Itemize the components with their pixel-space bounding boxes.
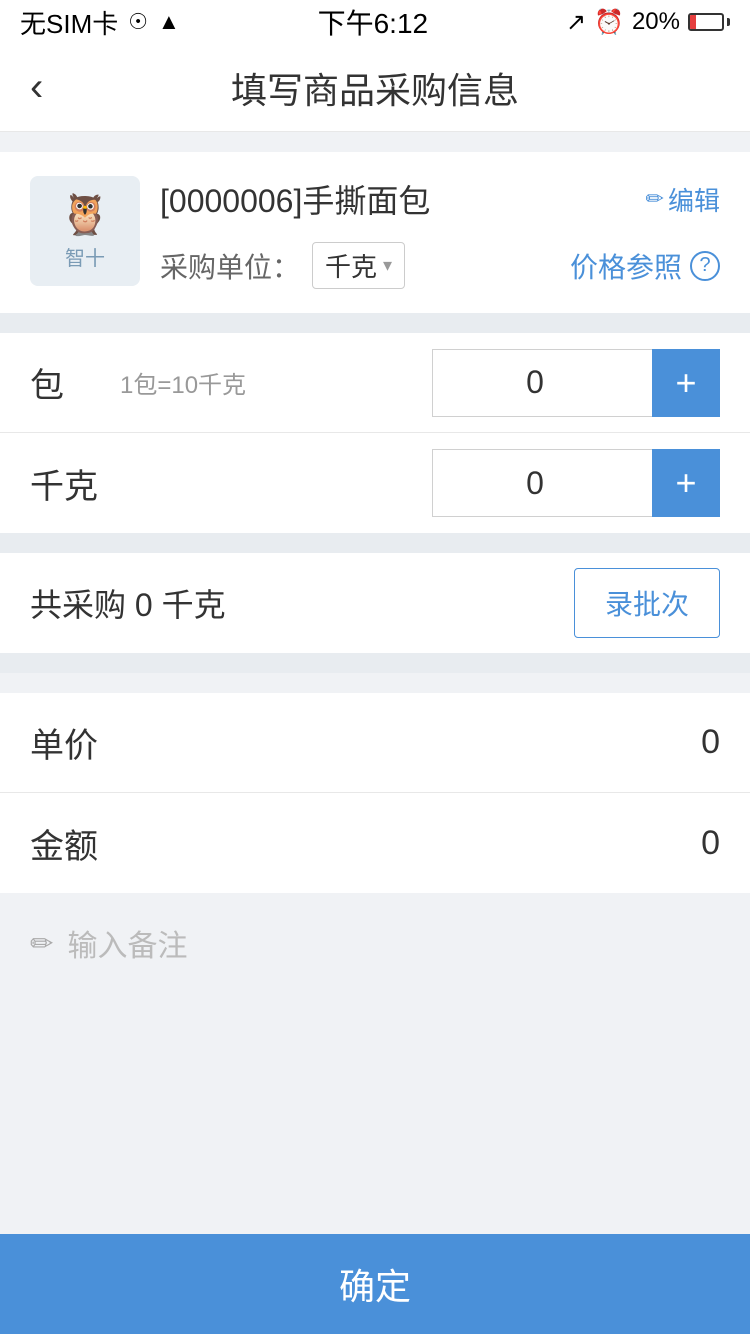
kg-plus-button[interactable]: + [652,449,720,517]
confirm-button[interactable]: 确定 [339,1258,411,1310]
amount-row: 金额 0 [0,793,750,893]
pencil-icon: ✏ [30,927,53,960]
product-logo-brand: 智十 [65,242,105,271]
status-bar: 无SIM卡 ☉ ▲ 下午6:12 ↗ ⏰ 20% [0,0,750,44]
divider-1 [0,313,750,333]
status-left: 无SIM卡 ☉ ▲ [20,4,180,41]
product-name-row: [0000006]手撕面包 ✏ 编辑 [160,176,720,222]
bag-input-row: 包 1包=10千克 + [0,333,750,433]
battery-percent: 20% [632,8,680,36]
status-time: 下午6:12 [318,2,429,42]
divider-2 [0,533,750,553]
input-section: 包 1包=10千克 + 千克 + [0,333,750,533]
carrier-text: 无SIM卡 [20,4,118,41]
edit-label: 编辑 [668,181,720,218]
signal-icon: ▲ [158,9,180,35]
page-title: 填写商品采购信息 [231,62,519,114]
dropdown-arrow-icon: ▾ [383,255,392,276]
back-button[interactable]: ‹ [30,65,43,110]
bag-plus-button[interactable]: + [652,349,720,417]
price-ref-label: 价格参照 [570,246,682,286]
unit-price-label: 单价 [30,718,701,767]
product-logo: 🦉 智十 [30,176,140,286]
price-section: 单价 0 金额 0 [0,693,750,893]
unit-selector[interactable]: 采购单位： 千克 ▾ [160,242,405,289]
summary-text: 共采购 0 千克 [30,580,574,626]
status-right: ↗ ⏰ 20% [566,8,730,37]
summary-section: 共采购 0 千克 录批次 [0,553,750,653]
unit-price-row: 单价 0 [0,693,750,793]
edit-icon: ✏ [646,186,664,212]
edit-button[interactable]: ✏ 编辑 [646,181,720,218]
summary-row: 共采购 0 千克 录批次 [0,553,750,653]
bag-input-control: + [432,349,720,417]
remark-section[interactable]: ✏ 输入备注 [0,893,750,993]
kg-input-control: + [432,449,720,517]
divider-3 [0,653,750,673]
confirm-bar[interactable]: 确定 [0,1234,750,1334]
nav-bar: ‹ 填写商品采购信息 [0,44,750,132]
product-name: [0000006]手撕面包 [160,176,430,222]
battery-icon [688,13,730,31]
kg-input-row: 千克 + [0,433,750,533]
batch-button[interactable]: 录批次 [574,568,720,638]
amount-label: 金额 [30,819,701,868]
unit-label: 采购单位： [160,246,300,286]
unit-select-dropdown[interactable]: 千克 ▾ [312,242,405,289]
alarm-icon: ⏰ [594,8,624,37]
price-ref-help-icon: ? [690,251,720,281]
wifi-icon: ☉ [128,9,148,35]
price-reference-button[interactable]: 价格参照 ? [570,246,720,286]
kg-input[interactable] [432,449,652,517]
unit-price-value: 0 [701,723,720,762]
product-info: [0000006]手撕面包 ✏ 编辑 采购单位： 千克 ▾ 价格参照 ? [160,176,720,289]
bag-label: 包 [30,358,110,407]
bag-input[interactable] [432,349,652,417]
unit-value: 千克 [325,247,377,284]
product-logo-icon: 🦉 [60,191,110,238]
bag-sublabel: 1包=10千克 [120,365,432,400]
location-icon: ↗ [566,8,586,37]
amount-value: 0 [701,824,720,863]
remark-placeholder: 输入备注 [67,921,187,965]
kg-label: 千克 [30,459,110,508]
product-card: 🦉 智十 [0000006]手撕面包 ✏ 编辑 采购单位： 千克 ▾ 价格参照 [0,152,750,313]
product-unit-row: 采购单位： 千克 ▾ 价格参照 ? [160,242,720,289]
